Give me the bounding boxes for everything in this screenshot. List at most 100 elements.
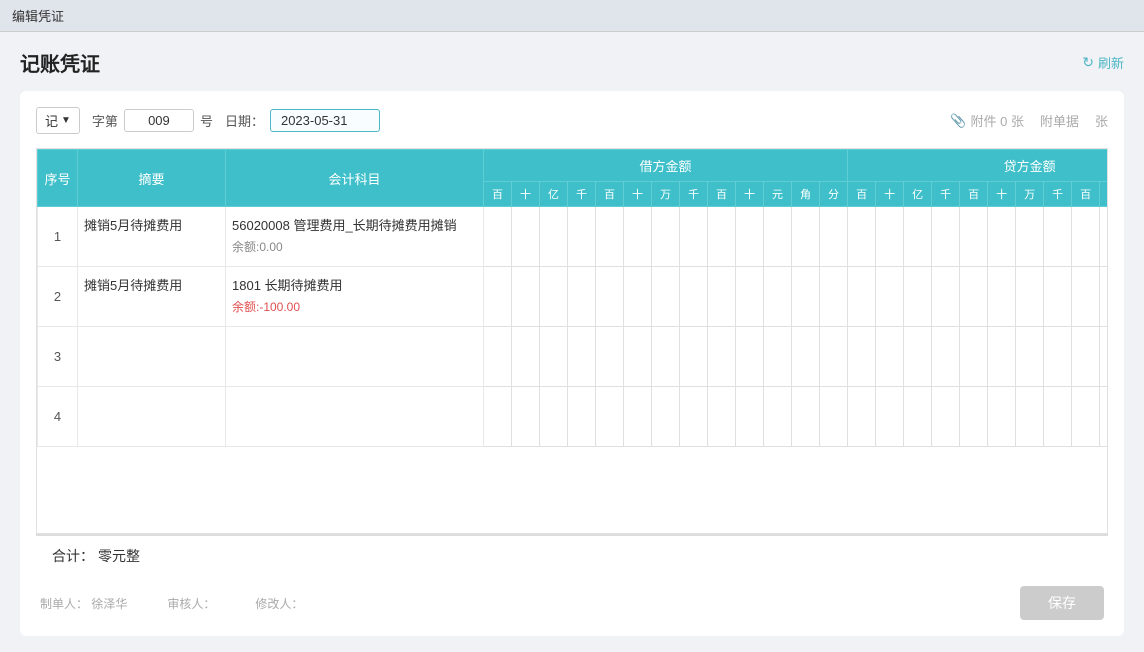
credit-digit-cell[interactable]	[988, 327, 1016, 387]
table-row[interactable]: 3	[38, 327, 1109, 387]
debit-digit-cell[interactable]	[680, 327, 708, 387]
debit-digit-cell[interactable]	[512, 267, 540, 327]
debit-digit-cell[interactable]	[708, 387, 736, 447]
summary-cell[interactable]: 摊销5月待摊费用	[78, 267, 226, 327]
debit-digit-cell[interactable]	[624, 207, 652, 267]
debit-digit-cell[interactable]	[820, 387, 848, 447]
refresh-button[interactable]: ↻ 刷新	[1082, 53, 1124, 72]
debit-digit-cell[interactable]	[540, 207, 568, 267]
debit-digit-cell[interactable]	[568, 207, 596, 267]
credit-digit-cell[interactable]	[904, 387, 932, 447]
credit-digit-cell[interactable]	[904, 327, 932, 387]
credit-digit-cell[interactable]	[848, 207, 876, 267]
debit-digit-cell[interactable]	[596, 327, 624, 387]
credit-digit-cell[interactable]	[848, 387, 876, 447]
credit-digit-cell[interactable]	[876, 207, 904, 267]
debit-digit-cell[interactable]	[820, 207, 848, 267]
debit-digit-cell[interactable]	[512, 327, 540, 387]
credit-digit-cell[interactable]	[932, 327, 960, 387]
account-cell[interactable]: 56020008 管理费用_长期待摊费用摊销余额:0.00	[226, 207, 484, 267]
debit-digit-cell[interactable]	[512, 387, 540, 447]
credit-digit-cell[interactable]	[1100, 267, 1108, 327]
debit-digit-cell[interactable]	[596, 387, 624, 447]
debit-digit-cell[interactable]	[484, 207, 512, 267]
debit-digit-cell[interactable]	[680, 207, 708, 267]
debit-digit-cell[interactable]	[624, 267, 652, 327]
credit-digit-cell[interactable]	[1016, 387, 1044, 447]
debit-digit-cell[interactable]	[568, 387, 596, 447]
debit-digit-cell[interactable]	[484, 267, 512, 327]
debit-digit-cell[interactable]	[652, 387, 680, 447]
debit-digit-cell[interactable]	[792, 267, 820, 327]
credit-digit-cell[interactable]	[960, 387, 988, 447]
table-wrapper[interactable]: 序号 摘要 会计科目 借方金额 贷方金额 百 十 亿 千	[36, 148, 1108, 534]
debit-digit-cell[interactable]	[540, 327, 568, 387]
debit-digit-cell[interactable]	[708, 267, 736, 327]
table-row[interactable]: 1摊销5月待摊费用56020008 管理费用_长期待摊费用摊销余额:0.00	[38, 207, 1109, 267]
credit-digit-cell[interactable]	[848, 327, 876, 387]
credit-digit-cell[interactable]	[1072, 267, 1100, 327]
credit-digit-cell[interactable]	[1016, 267, 1044, 327]
credit-digit-cell[interactable]	[1072, 327, 1100, 387]
credit-digit-cell[interactable]	[988, 387, 1016, 447]
type-select-button[interactable]: 记 ▼	[36, 107, 80, 134]
credit-digit-cell[interactable]	[876, 327, 904, 387]
debit-digit-cell[interactable]	[596, 207, 624, 267]
credit-digit-cell[interactable]	[1016, 207, 1044, 267]
number-input[interactable]	[124, 109, 194, 132]
attach-doc-label[interactable]: 附单据	[1040, 111, 1079, 130]
credit-digit-cell[interactable]	[1044, 327, 1072, 387]
summary-cell[interactable]	[78, 327, 226, 387]
credit-digit-cell[interactable]	[904, 267, 932, 327]
account-cell[interactable]: 1801 长期待摊费用余额:-100.00	[226, 267, 484, 327]
table-row[interactable]: 4	[38, 387, 1109, 447]
credit-digit-cell[interactable]	[932, 387, 960, 447]
credit-digit-cell[interactable]	[1044, 387, 1072, 447]
debit-digit-cell[interactable]	[652, 267, 680, 327]
credit-digit-cell[interactable]	[1072, 207, 1100, 267]
debit-digit-cell[interactable]	[540, 387, 568, 447]
debit-digit-cell[interactable]	[568, 327, 596, 387]
debit-digit-cell[interactable]	[736, 207, 764, 267]
debit-digit-cell[interactable]	[764, 207, 792, 267]
debit-digit-cell[interactable]	[652, 207, 680, 267]
account-cell[interactable]	[226, 327, 484, 387]
debit-digit-cell[interactable]	[708, 327, 736, 387]
debit-digit-cell[interactable]	[484, 327, 512, 387]
debit-digit-cell[interactable]	[680, 387, 708, 447]
debit-digit-cell[interactable]	[764, 327, 792, 387]
account-cell[interactable]	[226, 387, 484, 447]
debit-digit-cell[interactable]	[820, 327, 848, 387]
debit-digit-cell[interactable]	[792, 387, 820, 447]
credit-digit-cell[interactable]	[1044, 267, 1072, 327]
credit-digit-cell[interactable]	[1016, 327, 1044, 387]
credit-digit-cell[interactable]	[960, 207, 988, 267]
credit-digit-cell[interactable]	[1100, 387, 1108, 447]
debit-digit-cell[interactable]	[736, 267, 764, 327]
credit-digit-cell[interactable]	[876, 267, 904, 327]
debit-digit-cell[interactable]	[624, 327, 652, 387]
debit-digit-cell[interactable]	[568, 267, 596, 327]
credit-digit-cell[interactable]	[988, 207, 1016, 267]
credit-digit-cell[interactable]	[1100, 327, 1108, 387]
summary-cell[interactable]: 摊销5月待摊费用	[78, 207, 226, 267]
debit-digit-cell[interactable]	[820, 267, 848, 327]
debit-digit-cell[interactable]	[596, 267, 624, 327]
debit-digit-cell[interactable]	[708, 207, 736, 267]
credit-digit-cell[interactable]	[932, 267, 960, 327]
credit-digit-cell[interactable]	[876, 387, 904, 447]
credit-digit-cell[interactable]	[960, 267, 988, 327]
debit-digit-cell[interactable]	[540, 267, 568, 327]
credit-digit-cell[interactable]	[1100, 207, 1108, 267]
debit-digit-cell[interactable]	[736, 327, 764, 387]
debit-digit-cell[interactable]	[764, 267, 792, 327]
date-input[interactable]	[270, 109, 380, 132]
credit-digit-cell[interactable]	[960, 327, 988, 387]
attachment-link[interactable]: 📎 附件 0 张	[950, 111, 1024, 130]
table-row[interactable]: 2摊销5月待摊费用1801 长期待摊费用余额:-100.00	[38, 267, 1109, 327]
credit-digit-cell[interactable]	[848, 267, 876, 327]
credit-digit-cell[interactable]	[904, 207, 932, 267]
debit-digit-cell[interactable]	[764, 387, 792, 447]
debit-digit-cell[interactable]	[792, 207, 820, 267]
credit-digit-cell[interactable]	[1072, 387, 1100, 447]
